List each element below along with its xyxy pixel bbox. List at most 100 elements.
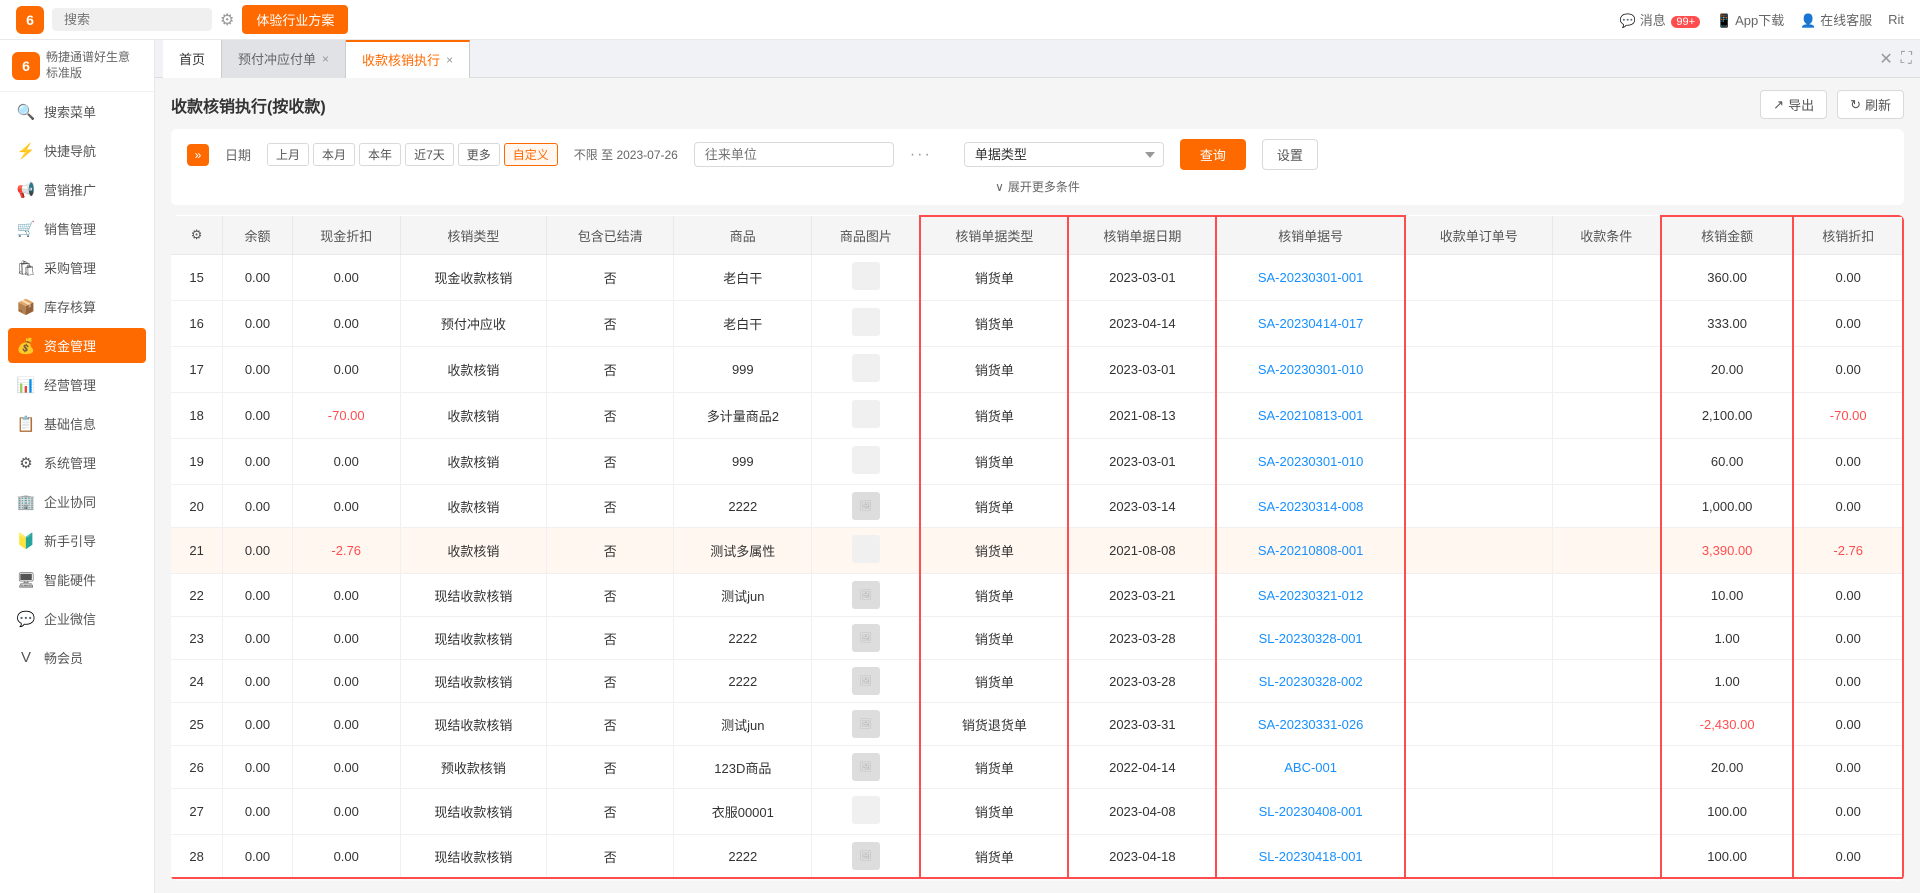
col-write-off-type: 核销类型 [400,216,546,255]
cell-receipt-doc-no[interactable]: ABC-001 [1216,746,1405,789]
message-area[interactable]: 💬 消息 99+ [1620,10,1700,29]
sidebar-item-member[interactable]: V畅会员 [0,638,154,677]
cell-receipt-doc-no[interactable]: SA-20230414-017 [1216,301,1405,347]
sidebar-item-wechat[interactable]: 💬企业微信 [0,599,154,638]
cell-receipt-doc-no[interactable]: SA-20230301-010 [1216,347,1405,393]
shortcuts-icon: ⚡ [16,142,36,160]
cell-receipt-doc-no[interactable]: SL-20230418-001 [1216,835,1405,879]
cell-receipt-doc-no[interactable]: SA-20230301-001 [1216,255,1405,301]
filter-row-1: » 日期 上月 本月 本年 近7天 更多 自定义 不限 至 2023-07-26… [187,139,1888,170]
doc-no-link[interactable]: SA-20230331-026 [1258,717,1364,732]
sidebar-item-sales[interactable]: 🛒销售管理 [0,209,154,248]
doc-no-link[interactable]: SL-20230328-001 [1259,631,1363,646]
filter-expand-button[interactable]: » [187,144,209,166]
industry-solution-button[interactable]: 体验行业方案 [242,5,348,34]
custom-date-btn[interactable]: 自定义 [504,143,558,166]
last-month-btn[interactable]: 上月 [267,143,309,166]
sidebar-item-finance[interactable]: 💰资金管理 [8,328,146,363]
table-row: 19 0.00 0.00 收款核销 否 999 销货单 2023-03-01 S… [171,439,1903,485]
cell-cash-discount: -70.00 [292,393,400,439]
tab-close-prepay[interactable]: × [322,52,329,66]
cell-receipt-doc-no[interactable]: SL-20230408-001 [1216,789,1405,835]
hardware-icon: 🖥 [16,571,36,589]
cell-receipt-doc-no[interactable]: SA-20230331-026 [1216,703,1405,746]
online-service-link[interactable]: 👤 在线客服 [1800,10,1872,29]
tab-close-collection[interactable]: × [446,53,453,67]
doc-no-link[interactable]: ABC-001 [1284,760,1337,775]
cell-receipt-doc-no[interactable]: SA-20230321-012 [1216,574,1405,617]
doc-no-link[interactable]: SA-20230321-012 [1258,588,1364,603]
cell-receipt-doc-no[interactable]: SA-20230301-010 [1216,439,1405,485]
cell-collection-order-no [1405,528,1552,574]
cell-receipt-doc-no[interactable]: SL-20230328-001 [1216,617,1405,660]
cell-write-off-discount: 0.00 [1793,617,1903,660]
more-dates-btn[interactable]: 更多 [458,143,500,166]
tab-prepay[interactable]: 预付冲应付单× [222,40,346,78]
cell-receipt-doc-no[interactable]: SA-20210813-001 [1216,393,1405,439]
search-icon: 🔍 [16,103,36,121]
sidebar-item-label: 系统管理 [44,453,96,472]
sidebar-item-label: 新手引导 [44,531,96,550]
user-name[interactable]: Rit [1888,12,1904,27]
sidebar-item-hardware[interactable]: 🖥智能硬件 [0,560,154,599]
cell-write-off-amount: 1.00 [1661,660,1794,703]
page-title-row: 收款核销执行(按收款) ↗ 导出 ↻ 刷新 [171,90,1904,119]
goods-image: 🖼 [852,492,880,520]
app-download-link[interactable]: 📱 App下载 [1716,10,1784,29]
doc-no-link[interactable]: SA-20210813-001 [1258,408,1364,423]
tab-home[interactable]: 首页 [163,40,222,78]
col-receipt-doc-date: 核销单据日期 [1068,216,1216,255]
cell-write-off-type: 预收款核销 [400,746,546,789]
doc-no-link[interactable]: SL-20230418-001 [1259,849,1363,864]
col-goods-image: 商品图片 [812,216,921,255]
sidebar-item-operations[interactable]: 📊经营管理 [0,365,154,404]
goods-image [852,796,880,824]
this-month-btn[interactable]: 本月 [313,143,355,166]
cell-write-off-type: 现结收款核销 [400,703,546,746]
cell-collection-terms [1552,660,1661,703]
tab-bar-actions: ✕ ⛶ [1879,49,1912,69]
cell-receipt-doc-date: 2023-04-08 [1068,789,1216,835]
sidebar-item-inventory[interactable]: 📦库存核算 [0,287,154,326]
page-content: 收款核销执行(按收款) ↗ 导出 ↻ 刷新 » 日期 [155,78,1920,893]
col-settings[interactable]: ⚙ [171,216,223,255]
column-settings-icon[interactable]: ⚙ [191,227,203,242]
tab-collection[interactable]: 收款核销执行× [346,40,470,78]
cell-receipt-doc-no[interactable]: SA-20210808-001 [1216,528,1405,574]
doc-no-link[interactable]: SA-20230314-008 [1258,499,1364,514]
filter-settings-button[interactable]: 设置 [1262,139,1318,170]
cell-collection-terms [1552,393,1661,439]
customer-filter-input[interactable] [694,142,894,167]
export-button[interactable]: ↗ 导出 [1760,90,1827,119]
query-button[interactable]: 查询 [1180,139,1246,170]
doc-no-link[interactable]: SA-20230301-010 [1258,362,1364,377]
filter-expand-row[interactable]: ∨ 展开更多条件 [187,178,1888,195]
window-expand-icon[interactable]: ⛶ [1901,50,1912,68]
doc-type-filter-select[interactable]: 单据类型 [964,142,1164,167]
sidebar-item-purchase[interactable]: 🛍采购管理 [0,248,154,287]
cell-receipt-doc-no[interactable]: SA-20230314-008 [1216,485,1405,528]
doc-no-link[interactable]: SL-20230328-002 [1259,674,1363,689]
cell-receipt-doc-no[interactable]: SL-20230328-002 [1216,660,1405,703]
settings-icon[interactable]: ⚙ [220,10,234,30]
filter-dots-icon: ··· [910,146,932,164]
refresh-button[interactable]: ↻ 刷新 [1837,90,1904,119]
window-close-icon[interactable]: ✕ [1879,49,1892,69]
doc-no-link[interactable]: SA-20230301-001 [1258,270,1364,285]
sidebar-item-guide[interactable]: 🔰新手引导 [0,521,154,560]
sidebar-item-shortcuts[interactable]: ⚡快捷导航 [0,131,154,170]
top-search-input[interactable] [52,8,212,31]
doc-no-link[interactable]: SA-20230414-017 [1258,316,1364,331]
doc-no-link[interactable]: SA-20230301-010 [1258,454,1364,469]
sidebar-item-basic[interactable]: 📋基础信息 [0,404,154,443]
this-year-btn[interactable]: 本年 [359,143,401,166]
doc-no-link[interactable]: SA-20210808-001 [1258,543,1364,558]
last-7-days-btn[interactable]: 近7天 [405,143,454,166]
sidebar-item-system[interactable]: ⚙系统管理 [0,443,154,482]
sidebar-item-marketing[interactable]: 📢营销推广 [0,170,154,209]
doc-no-link[interactable]: SL-20230408-001 [1259,804,1363,819]
sidebar-item-enterprise[interactable]: 🏢企业协同 [0,482,154,521]
cell-write-off-type: 收款核销 [400,347,546,393]
goods-image: 🖼 [852,624,880,652]
sidebar-item-search[interactable]: 🔍搜索菜单 [0,92,154,131]
